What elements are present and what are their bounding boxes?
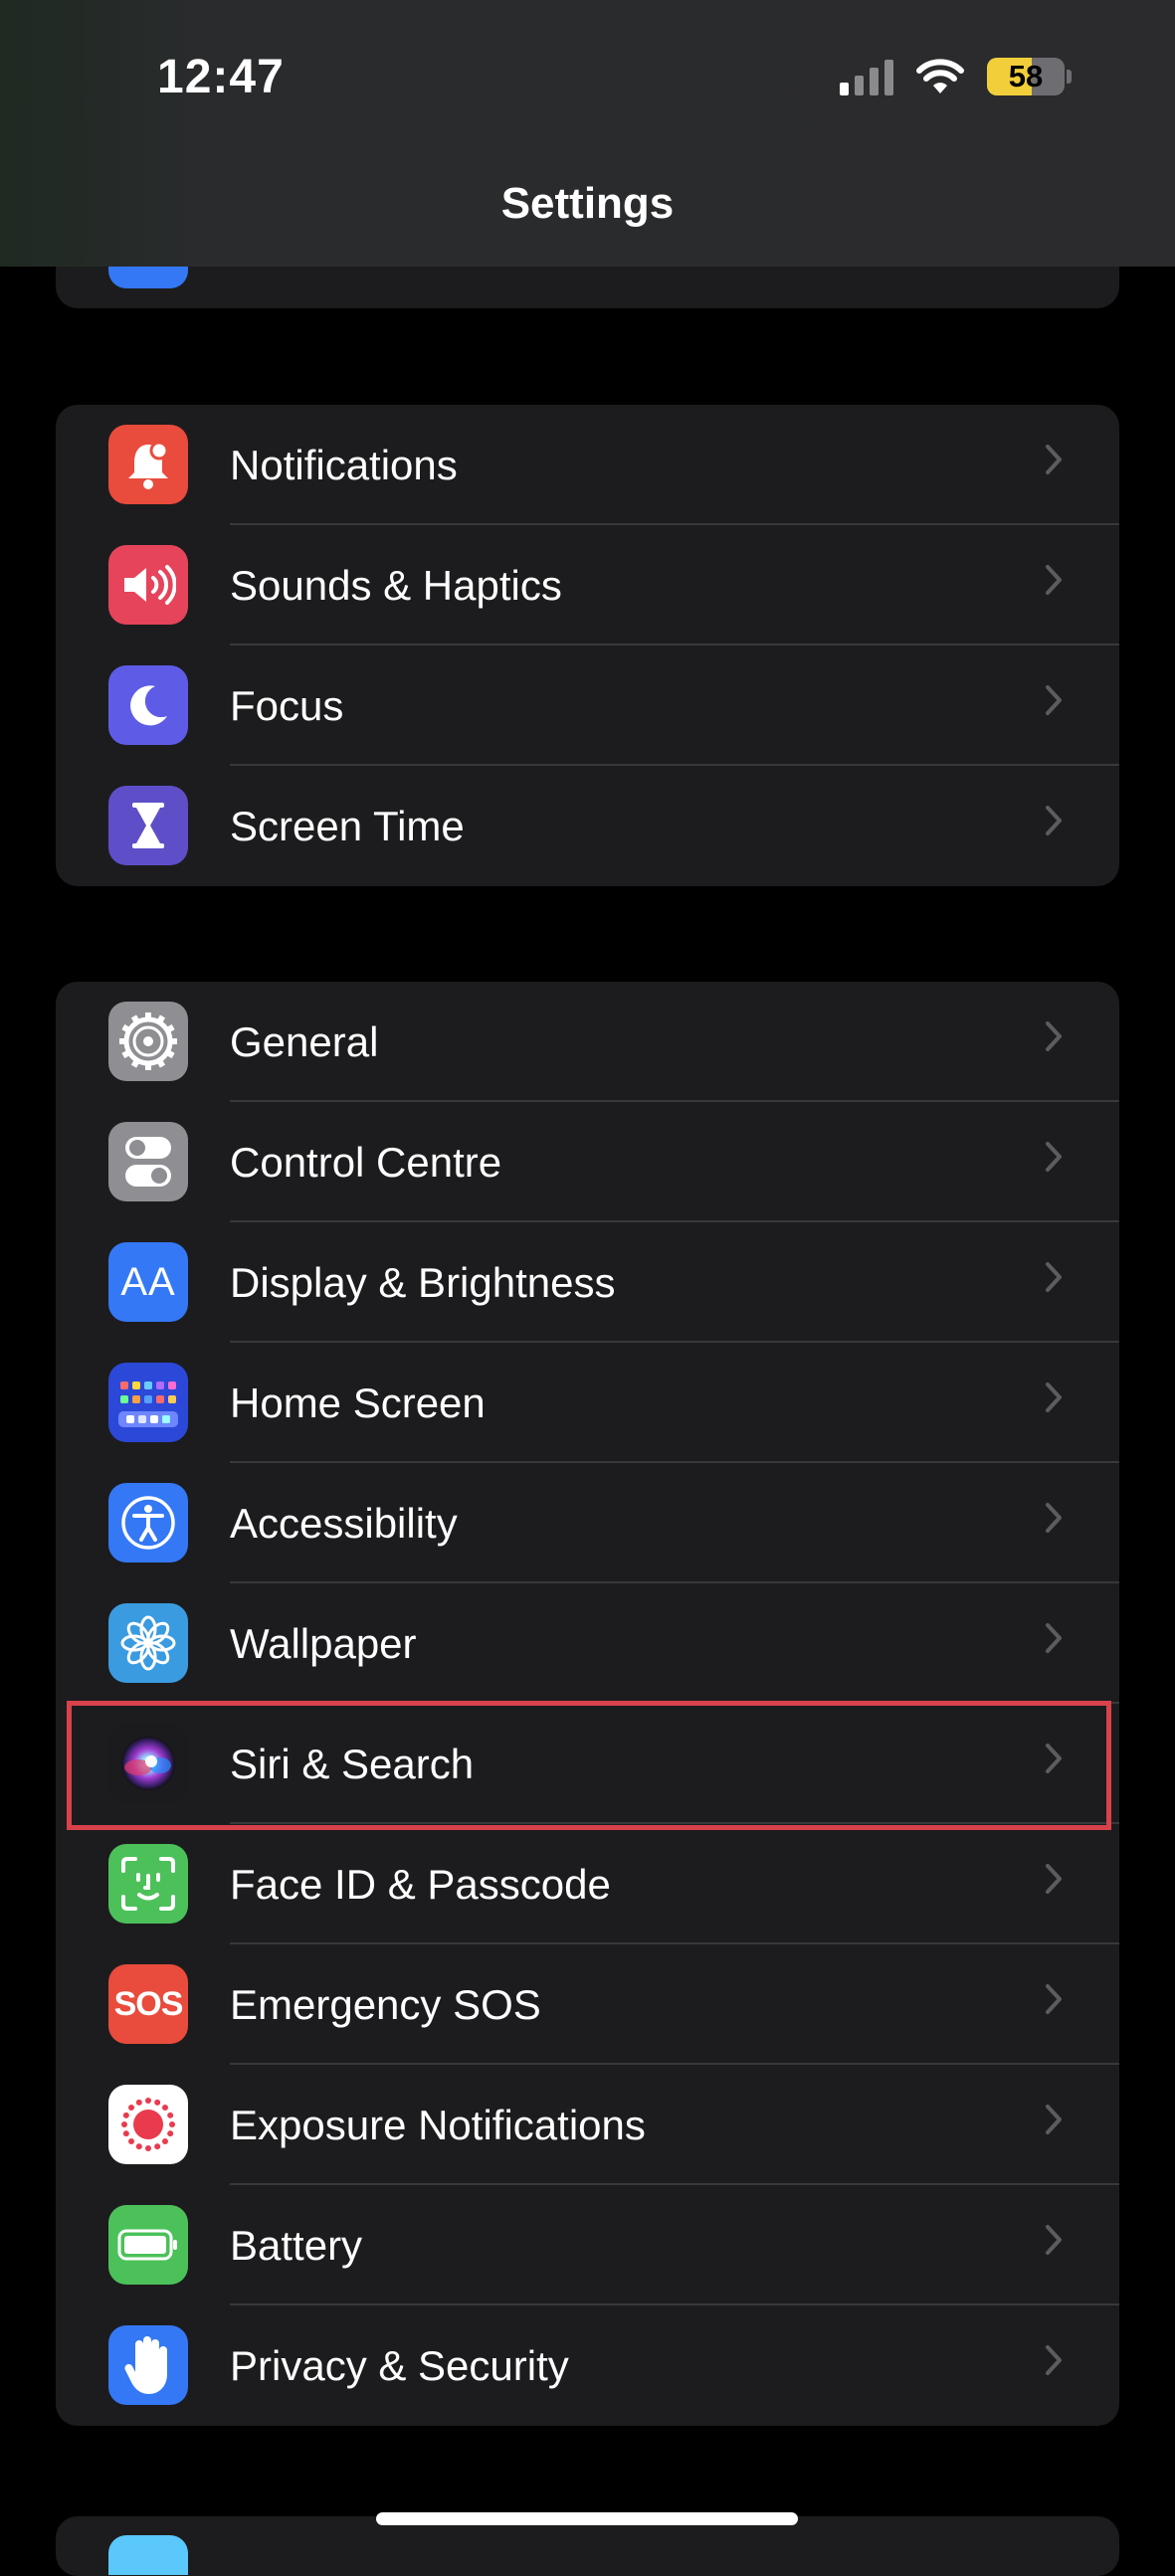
hand-icon — [108, 2325, 188, 2405]
sos-icon-text: SOS — [113, 1984, 184, 2023]
settings-row-label: Siri & Search — [230, 1740, 475, 1787]
chevron-right-icon — [1044, 2343, 1064, 2382]
settings-row-label: Emergency SOS — [230, 1980, 541, 2028]
settings-row-general[interactable]: General — [56, 982, 1119, 1102]
navigation-header: 12:47 58 Settings — [0, 0, 1175, 267]
settings-row-label: Privacy & Security — [230, 2341, 569, 2389]
chevron-right-icon — [1044, 1982, 1064, 2021]
chevron-right-icon — [1044, 1621, 1064, 1660]
chevron-right-icon — [1044, 1380, 1064, 1419]
face-id-icon — [108, 1844, 188, 1924]
settings-row-display-and-brightness[interactable]: AA Display & Brightness — [56, 1222, 1119, 1343]
battery-icon — [108, 2205, 188, 2285]
chevron-right-icon — [1044, 1260, 1064, 1299]
settings-row-siri-and-search[interactable]: Siri & Search — [56, 1704, 1119, 1824]
exposure-icon — [108, 2085, 188, 2164]
chevron-right-icon — [1044, 2223, 1064, 2262]
chevron-right-icon — [1044, 1019, 1064, 1058]
settings-row-label: Sounds & Haptics — [230, 561, 562, 609]
partial-row-icon-bottom — [108, 2535, 188, 2575]
home-indicator[interactable] — [376, 2512, 798, 2525]
settings-group-general: General Control Centre AA Display & Brightn… — [56, 982, 1119, 2426]
settings-row-wallpaper[interactable]: Wallpaper — [56, 1583, 1119, 1704]
settings-row-exposure-notifications[interactable]: Exposure Notifications — [56, 2065, 1119, 2185]
cellular-signal-icon — [840, 58, 893, 95]
settings-row-control-centre[interactable]: Control Centre — [56, 1102, 1119, 1222]
page-title: Settings — [500, 179, 675, 228]
chevron-right-icon — [1044, 683, 1064, 722]
settings-row-home-screen[interactable]: Home Screen — [56, 1343, 1119, 1463]
battery-level: 58 — [1008, 59, 1044, 93]
settings-row-label: Control Centre — [230, 1138, 502, 1186]
settings-group-bottom — [56, 2516, 1119, 2576]
settings-row-label: General — [230, 1017, 379, 1065]
settings-row-label: Display & Brightness — [230, 1258, 616, 1306]
speaker-icon — [108, 545, 188, 625]
settings-row-focus[interactable]: Focus — [56, 645, 1119, 766]
settings-group-notifications: Notifications Sounds & Haptics Focus Screen… — [56, 405, 1119, 886]
siri-icon — [108, 1724, 188, 1803]
settings-row-emergency-sos[interactable]: SOS Emergency SOS — [56, 1944, 1119, 2065]
settings-row-label: Screen Time — [230, 802, 465, 849]
settings-row-sounds-and-haptics[interactable]: Sounds & Haptics — [56, 525, 1119, 645]
gear-icon — [108, 1002, 188, 1081]
flower-icon — [108, 1603, 188, 1683]
accessibility-icon — [108, 1483, 188, 1563]
battery-indicator: 58 — [987, 58, 1072, 95]
chevron-right-icon — [1044, 563, 1064, 602]
aa-text-icon: AA — [108, 1242, 188, 1322]
chevron-right-icon — [1044, 443, 1064, 481]
wifi-icon — [916, 59, 964, 93]
settings-row-label: Face ID & Passcode — [230, 1860, 611, 1908]
settings-row-label: Home Screen — [230, 1379, 486, 1426]
toggles-icon — [108, 1122, 188, 1201]
settings-row-label: Wallpaper — [230, 1619, 417, 1667]
settings-row-label: Notifications — [230, 441, 458, 488]
aa-text-icon-text: AA — [120, 1259, 176, 1304]
chevron-right-icon — [1044, 1140, 1064, 1179]
sos-icon: SOS — [108, 1964, 188, 2044]
status-time: 12:47 — [157, 51, 285, 103]
settings-row-notifications[interactable]: Notifications — [56, 405, 1119, 525]
hourglass-icon — [108, 786, 188, 865]
settings-row-label: Focus — [230, 681, 344, 729]
chevron-right-icon — [1044, 1742, 1064, 1780]
moon-icon — [108, 665, 188, 745]
settings-row-privacy-and-security[interactable]: Privacy & Security — [56, 2305, 1119, 2426]
chevron-right-icon — [1044, 1862, 1064, 1901]
settings-row-battery[interactable]: Battery — [56, 2185, 1119, 2305]
settings-row-label: Accessibility — [230, 1499, 458, 1547]
chevron-right-icon — [1044, 2103, 1064, 2141]
settings-row-accessibility[interactable]: Accessibility — [56, 1463, 1119, 1583]
settings-row-screen-time[interactable]: Screen Time — [56, 766, 1119, 886]
status-icons: 58 — [840, 58, 1072, 95]
chevron-right-icon — [1044, 1501, 1064, 1540]
chevron-right-icon — [1044, 804, 1064, 842]
settings-row-label: Battery — [230, 2221, 363, 2269]
settings-row-face-id-and-passcode[interactable]: Face ID & Passcode — [56, 1824, 1119, 1944]
settings-row-label: Exposure Notifications — [230, 2101, 646, 2148]
bell-icon — [108, 425, 188, 504]
app-grid-icon — [108, 1363, 188, 1442]
